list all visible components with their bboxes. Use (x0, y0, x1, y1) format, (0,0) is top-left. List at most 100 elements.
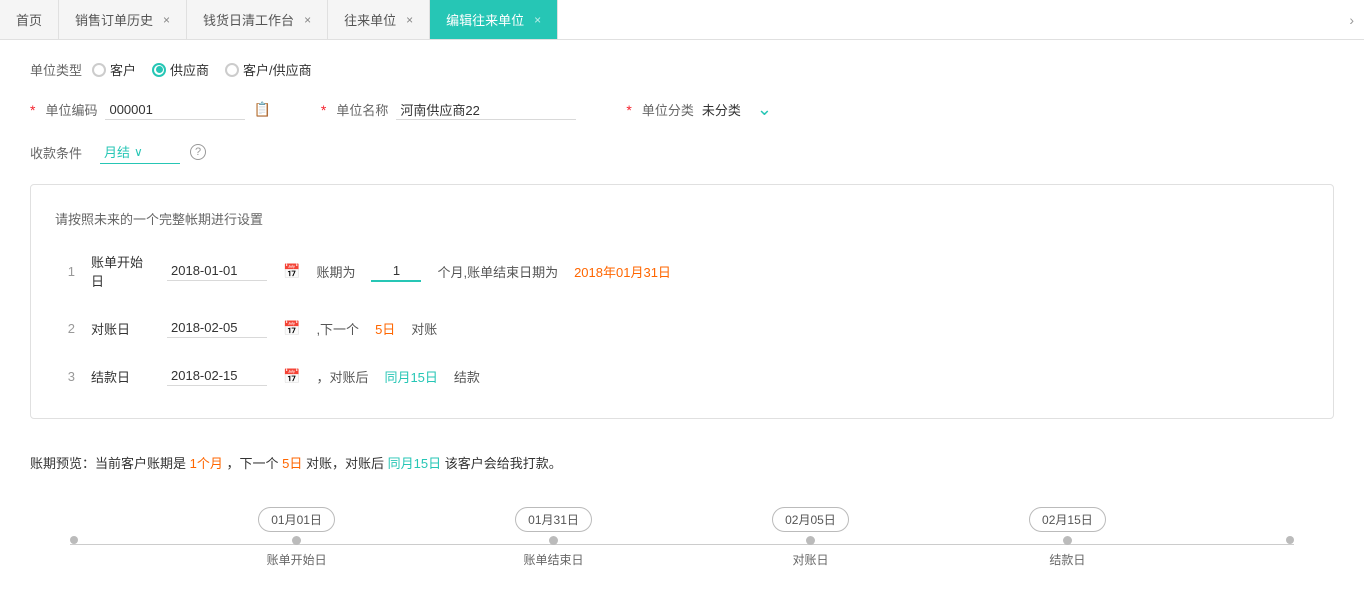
timeline-node-1: 01月31日 账单结束日 (515, 507, 592, 568)
preview-text: 账期预览：当前客户账期是 1个月 ，下一个 5日 对账，对账后 同月15日 该客… (30, 453, 1334, 472)
timeline-badge-0: 01月01日 (258, 507, 335, 532)
timeline-dot-2 (806, 536, 815, 545)
tab-edit-partner-unit[interactable]: 编辑往来单位 × (430, 0, 558, 39)
period-1-num: 1 (55, 264, 75, 279)
timeline-badge-3: 02月15日 (1029, 507, 1106, 532)
radio-supplier-circle (152, 63, 166, 77)
timeline-end-dot (1286, 536, 1294, 544)
info-box-title: 请按照未来的一个完整帐期进行设置 (55, 209, 1309, 228)
period-3-calendar-icon[interactable]: 📅 (283, 368, 300, 385)
timeline-start-dot (70, 536, 78, 544)
tab-cash-goods-workbench[interactable]: 钱货日清工作台 × (187, 0, 328, 39)
unit-category-group: * 单位分类 未分类 ⌄ (626, 99, 772, 120)
unit-category-value: 未分类 (702, 100, 741, 119)
timeline-dot-1 (549, 536, 558, 545)
tab-edit-partner-unit-label: 编辑往来单位 (446, 10, 524, 29)
preview-period: 1个月 (190, 456, 223, 471)
period-3-num: 3 (55, 369, 75, 384)
timeline-label-1: 账单结束日 (524, 551, 584, 568)
unit-category-label: 单位分类 (642, 100, 694, 119)
tab-home-label: 首页 (16, 10, 42, 29)
radio-customer-circle (92, 63, 106, 77)
timeline-node-2: 02月05日 对账日 (772, 507, 849, 568)
timeline-points-row: 01月01日 账单开始日 01月31日 账单结束日 02月05日 对账日 (70, 500, 1294, 568)
unit-name-required: * (321, 102, 326, 118)
tab-cash-goods-workbench-label: 钱货日清工作台 (203, 10, 294, 29)
unit-category-dropdown-icon[interactable]: ⌄ (757, 99, 772, 120)
unit-code-icon[interactable]: 📋 (253, 101, 270, 118)
timeline-node-3: 02月15日 结款日 (1029, 507, 1106, 568)
period-1-prefix: 账期为 (316, 262, 355, 281)
preview-label: 账期预览：当前客户账期是 (30, 456, 186, 471)
timeline-label-3: 结款日 (1049, 551, 1085, 568)
chevron-right-icon: › (1349, 12, 1354, 28)
period-2-date-input[interactable] (167, 318, 267, 338)
payment-condition-help-icon[interactable]: ? (190, 144, 206, 160)
tab-edit-partner-unit-close[interactable]: × (534, 13, 541, 27)
timeline-badge-1: 01月31日 (515, 507, 592, 532)
radio-customer[interactable]: 客户 (92, 60, 136, 79)
period-1-date-input[interactable] (167, 261, 267, 281)
info-box: 请按照未来的一个完整帐期进行设置 1 账单开始日 📅 账期为 个月,账单结束日期… (30, 184, 1334, 419)
tab-sales-order-history[interactable]: 销售订单历史 × (59, 0, 187, 39)
period-2-calendar-icon[interactable]: 📅 (283, 320, 300, 337)
radio-supplier-label: 供应商 (170, 60, 209, 79)
payment-condition-row: 收款条件 月结 ∨ ? (30, 140, 1334, 164)
period-1-calendar-icon[interactable]: 📅 (283, 263, 300, 280)
tab-more-arrow[interactable]: › (1339, 0, 1364, 39)
unit-code-required: * (30, 102, 35, 118)
preview-day: 5日 (282, 456, 302, 471)
payment-condition-label: 收款条件 (30, 143, 82, 162)
period-1-month-input[interactable] (371, 261, 421, 282)
unit-name-input[interactable] (396, 100, 576, 120)
radio-customer-supplier[interactable]: 客户/供应商 (225, 60, 312, 79)
unit-type-label: 单位类型 (30, 60, 82, 79)
period-2-prefix: ,下一个 (316, 319, 359, 338)
tab-bar: 首页 销售订单历史 × 钱货日清工作台 × 往来单位 × 编辑往来单位 × › (0, 0, 1364, 40)
period-row-2: 2 对账日 📅 ,下一个 5日 对账 (55, 318, 1309, 338)
timeline-dot-3 (1063, 536, 1072, 545)
period-2-num: 2 (55, 321, 75, 336)
timeline-node-0: 01月01日 账单开始日 (258, 507, 335, 568)
period-2-label: 对账日 (91, 319, 151, 338)
period-3-date-input[interactable] (167, 366, 267, 386)
period-row-1: 1 账单开始日 📅 账期为 个月,账单结束日期为 2018年01月31日 (55, 252, 1309, 290)
tab-partner-units[interactable]: 往来单位 × (328, 0, 430, 39)
period-1-suffix: 个月,账单结束日期为 (437, 262, 558, 281)
radio-customer-supplier-circle (225, 63, 239, 77)
period-3-label: 结款日 (91, 367, 151, 386)
preview-text3: 对账，对账后 (306, 456, 384, 471)
unit-name-label: 单位名称 (336, 100, 388, 119)
preview-settlement-day: 同月15日 (388, 456, 441, 471)
tab-cash-goods-workbench-close[interactable]: × (304, 13, 311, 27)
radio-customer-label: 客户 (110, 60, 136, 79)
unit-code-label: 单位编码 (45, 100, 97, 119)
period-3-suffix: 结款 (454, 367, 480, 386)
period-2-suffix: 对账 (411, 319, 437, 338)
period-3-highlight: 同月15日 (384, 367, 437, 386)
unit-category-required: * (626, 102, 631, 118)
unit-type-radio-group: 客户 供应商 客户/供应商 (92, 60, 312, 79)
timeline-dot-0 (292, 536, 301, 545)
radio-supplier[interactable]: 供应商 (152, 60, 209, 79)
unit-info-row: * 单位编码 📋 * 单位名称 * 单位分类 未分类 ⌄ (30, 99, 1334, 120)
main-content: 单位类型 客户 供应商 客户/供应商 * 单位编码 📋 * 单位名称 (0, 40, 1364, 608)
period-2-highlight: 5日 (375, 319, 395, 338)
preview-text4: 该客户会给我打款。 (445, 456, 562, 471)
tab-sales-order-history-close[interactable]: × (163, 13, 170, 27)
tab-partner-units-label: 往来单位 (344, 10, 396, 29)
period-1-label: 账单开始日 (91, 252, 151, 290)
timeline-end-edge (1286, 500, 1294, 568)
radio-customer-supplier-label: 客户/供应商 (243, 60, 312, 79)
timeline-badge-2: 02月05日 (772, 507, 849, 532)
payment-condition-selected: 月结 (104, 142, 130, 161)
timeline-label-0: 账单开始日 (267, 551, 327, 568)
payment-condition-select[interactable]: 月结 ∨ (100, 140, 180, 164)
tab-partner-units-close[interactable]: × (406, 13, 413, 27)
tab-home[interactable]: 首页 (0, 0, 59, 39)
timeline-start-edge (70, 500, 78, 568)
preview-text2: ，下一个 (227, 456, 279, 471)
payment-condition-chevron-icon: ∨ (134, 145, 143, 159)
timeline-label-2: 对账日 (792, 551, 828, 568)
unit-code-input[interactable] (105, 100, 245, 120)
